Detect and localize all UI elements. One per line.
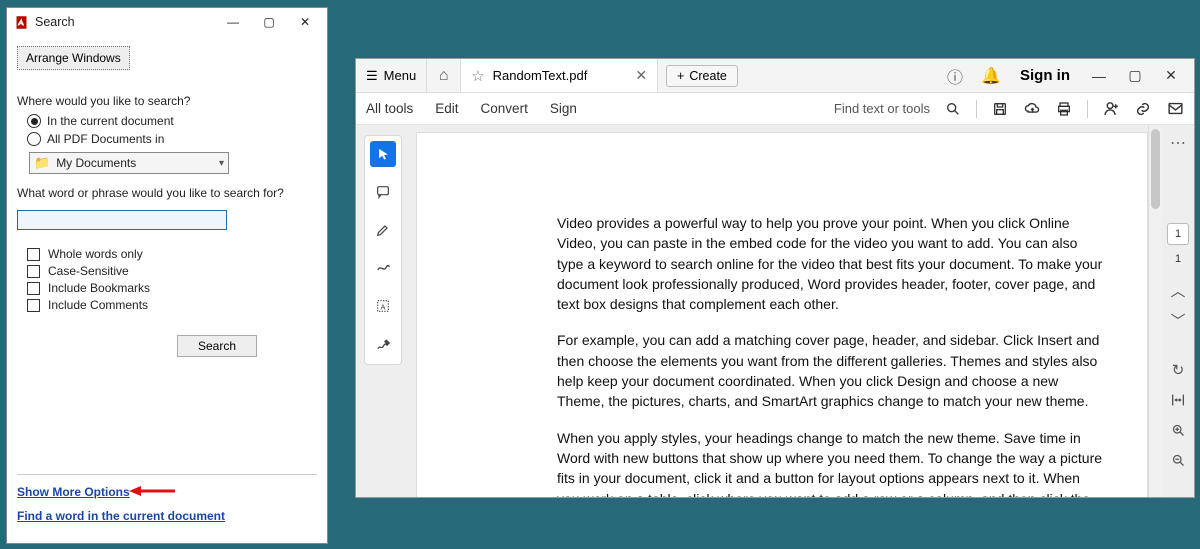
minimize-button[interactable]: —: [215, 10, 251, 34]
highlight-tool-button[interactable]: [370, 217, 396, 243]
find-text-label: Find text or tools: [834, 101, 930, 116]
left-quick-tools: A: [364, 135, 402, 365]
checkbox-icon: [27, 299, 40, 312]
where-to-search-label: Where would you like to search?: [17, 94, 317, 108]
panel-menu-button[interactable]: ⋯: [1170, 131, 1186, 155]
find-word-link[interactable]: Find a word in the current document: [17, 509, 317, 523]
radio-icon: [27, 114, 41, 128]
acrobat-icon: [13, 14, 29, 30]
paragraph: When you apply styles, your headings cha…: [557, 428, 1105, 497]
save-button[interactable]: [991, 100, 1009, 118]
checkbox-icon: [27, 282, 40, 295]
home-icon: ⌂: [439, 67, 449, 85]
tab-close-button[interactable]: ✕: [635, 67, 647, 84]
pdf-viewer-window: ☰ Menu ⌂ ☆ RandomText.pdf ✕ + Create ⓘ 🔔…: [355, 58, 1195, 498]
radio-icon: [27, 132, 41, 146]
tab-title: RandomText.pdf: [493, 68, 588, 83]
check-case-sensitive[interactable]: Case-Sensitive: [27, 264, 317, 278]
page-total-label: 1: [1175, 253, 1181, 265]
scrollbar-thumb[interactable]: [1151, 129, 1160, 209]
create-label: Create: [689, 69, 727, 83]
paragraph: For example, you can add a matching cove…: [557, 330, 1105, 411]
check-include-bookmarks[interactable]: Include Bookmarks: [27, 281, 317, 295]
home-button[interactable]: ⌂: [427, 59, 461, 92]
window-close-button[interactable]: ✕: [1154, 59, 1188, 92]
close-button[interactable]: ✕: [287, 10, 323, 34]
create-button[interactable]: + Create: [666, 65, 738, 87]
checkbox-icon: [27, 265, 40, 278]
check-whole-label: Whole words only: [48, 247, 143, 261]
page-down-button[interactable]: ﹀: [1167, 307, 1189, 333]
chevron-down-icon: ▾: [219, 158, 224, 169]
search-titlebar[interactable]: Search — ▢ ✕: [7, 8, 327, 36]
check-include-comments[interactable]: Include Comments: [27, 298, 317, 312]
email-button[interactable]: [1166, 100, 1184, 118]
vertical-scrollbar[interactable]: [1148, 125, 1162, 497]
arrange-windows-button[interactable]: Arrange Windows: [17, 46, 130, 70]
search-dialog: Search — ▢ ✕ Arrange Windows Where would…: [6, 7, 328, 544]
svg-text:A: A: [381, 302, 386, 311]
radio-all-pdf[interactable]: All PDF Documents in: [27, 132, 317, 146]
sign-button[interactable]: Sign: [550, 101, 577, 116]
search-input[interactable]: [17, 210, 227, 230]
check-bookmarks-label: Include Bookmarks: [48, 281, 150, 295]
viewer-content: A Video provides a powerful way to help …: [356, 125, 1194, 497]
annotation-arrow-icon: [129, 483, 177, 499]
hamburger-icon: ☰: [366, 68, 378, 84]
paragraph: Video provides a powerful way to help yo…: [557, 213, 1105, 314]
page-number-input[interactable]: 1: [1167, 223, 1189, 245]
share-user-button[interactable]: [1102, 100, 1120, 118]
check-case-label: Case-Sensitive: [48, 264, 129, 278]
right-quick-panel: ⋯ 1 1 ︿ ﹀ ↻: [1162, 125, 1194, 497]
all-tools-button[interactable]: All tools: [366, 101, 413, 116]
menu-button[interactable]: ☰ Menu: [356, 59, 427, 92]
fit-width-button[interactable]: [1167, 387, 1189, 413]
folder-icon: 📁: [34, 155, 50, 171]
signature-tool-button[interactable]: [370, 331, 396, 357]
star-icon[interactable]: ☆: [471, 67, 484, 85]
viewer-toolbar: All tools Edit Convert Sign Find text or…: [356, 93, 1194, 125]
separator: [1087, 100, 1088, 118]
radio-current-document[interactable]: In the current document: [27, 114, 317, 128]
maximize-button[interactable]: ▢: [251, 10, 287, 34]
notifications-button[interactable]: 🔔: [974, 59, 1008, 92]
bell-icon: 🔔: [981, 66, 1001, 86]
document-page: Video provides a powerful way to help yo…: [417, 133, 1147, 497]
convert-button[interactable]: Convert: [481, 101, 528, 116]
edit-button[interactable]: Edit: [435, 101, 458, 116]
link-button[interactable]: [1134, 100, 1152, 118]
text-tool-button[interactable]: A: [370, 293, 396, 319]
what-to-search-label: What word or phrase would you like to se…: [17, 186, 317, 200]
radio-current-label: In the current document: [47, 114, 174, 128]
folder-selected-label: My Documents: [56, 156, 136, 170]
sign-in-button[interactable]: Sign in: [1010, 67, 1080, 84]
draw-tool-button[interactable]: [370, 255, 396, 281]
zoom-out-button[interactable]: [1167, 447, 1189, 473]
check-whole-words[interactable]: Whole words only: [27, 247, 317, 261]
viewer-titlebar: ☰ Menu ⌂ ☆ RandomText.pdf ✕ + Create ⓘ 🔔…: [356, 59, 1194, 93]
comment-tool-button[interactable]: [370, 179, 396, 205]
print-button[interactable]: [1055, 100, 1073, 118]
select-tool-button[interactable]: [370, 141, 396, 167]
checkbox-icon: [27, 248, 40, 261]
plus-icon: +: [677, 69, 684, 83]
help-button[interactable]: ⓘ: [938, 59, 972, 92]
search-button[interactable]: Search: [177, 335, 257, 357]
check-comments-label: Include Comments: [48, 298, 148, 312]
cloud-upload-button[interactable]: [1023, 100, 1041, 118]
document-tab[interactable]: ☆ RandomText.pdf ✕: [461, 59, 658, 92]
window-minimize-button[interactable]: —: [1082, 59, 1116, 92]
menu-label: Menu: [384, 68, 417, 83]
radio-all-label: All PDF Documents in: [47, 132, 164, 146]
folder-dropdown[interactable]: 📁 My Documents ▾: [29, 152, 229, 174]
page-canvas[interactable]: Video provides a powerful way to help yo…: [402, 125, 1162, 497]
zoom-in-button[interactable]: [1167, 417, 1189, 443]
help-icon: ⓘ: [947, 64, 963, 88]
rotate-button[interactable]: ↻: [1167, 357, 1189, 383]
page-up-button[interactable]: ︿: [1167, 277, 1189, 303]
search-title: Search: [35, 15, 215, 29]
window-maximize-button[interactable]: ▢: [1118, 59, 1152, 92]
separator: [976, 100, 977, 118]
find-button[interactable]: [944, 100, 962, 118]
